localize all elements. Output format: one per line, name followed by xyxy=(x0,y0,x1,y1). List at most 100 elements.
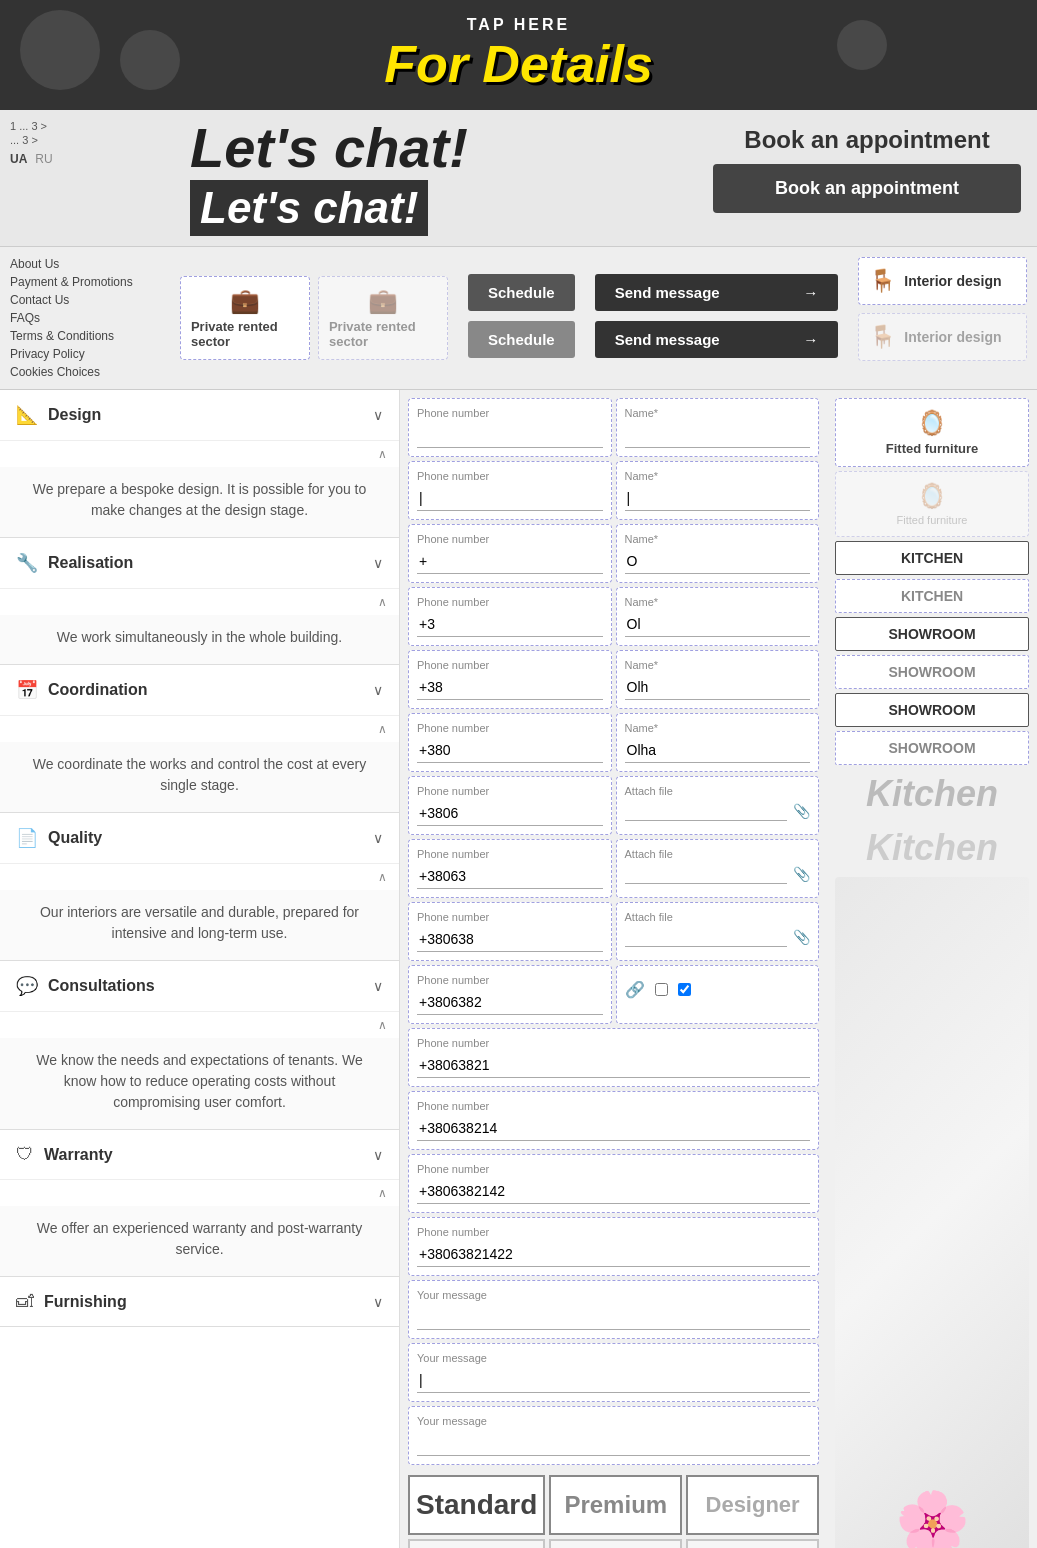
flower-decoration: 🌸 xyxy=(895,1493,970,1548)
phone-input-14[interactable] xyxy=(417,1242,810,1267)
standard-tier-button-2[interactable]: Standard xyxy=(408,1539,545,1548)
accordion-coordination-header[interactable]: 📅 Coordination ∨ xyxy=(0,665,399,715)
kitchen-tag-1[interactable]: KITCHEN xyxy=(835,541,1029,575)
message-input-2[interactable] xyxy=(417,1368,810,1393)
language-switcher[interactable]: UA RU xyxy=(10,152,170,166)
accordion-realisation-header[interactable]: 🔧 Realisation ∨ xyxy=(0,538,399,588)
accordion-consultations-header[interactable]: 💬 Consultations ∨ xyxy=(0,961,399,1011)
phone-label-3: Phone number xyxy=(417,533,603,545)
showroom-tag-4[interactable]: SHOWROOM xyxy=(835,731,1029,765)
schedule-button-2[interactable]: Schedule xyxy=(468,321,575,358)
premium-tier-button[interactable]: Premium xyxy=(549,1475,682,1535)
send-message-button-2[interactable]: Send message → xyxy=(595,321,839,358)
name-input-6[interactable] xyxy=(625,738,811,763)
phone-input-13[interactable] xyxy=(417,1179,810,1204)
nav-link-about[interactable]: About Us xyxy=(10,257,160,271)
interior-card-2[interactable]: 🪑 Interior design xyxy=(858,313,1027,361)
private-rented-card-2[interactable]: 💼 Private rented sector xyxy=(318,276,448,360)
phone-input-9[interactable] xyxy=(417,927,603,952)
showroom-tag-1[interactable]: SHOWROOM xyxy=(835,617,1029,651)
accordion-warranty-header[interactable]: 🛡 Warranty ∨ xyxy=(0,1130,399,1179)
coordination-chevron-down: ∨ xyxy=(373,682,383,698)
consultations-chevron-down: ∨ xyxy=(373,978,383,994)
phone-input-6[interactable] xyxy=(417,738,603,763)
message-input-3[interactable] xyxy=(417,1431,810,1456)
quality-content: Our interiors are versatile and durable,… xyxy=(0,890,399,960)
nav-link-terms[interactable]: Terms & Conditions xyxy=(10,329,160,343)
realisation-expand[interactable]: ∧ xyxy=(0,589,399,615)
phone-label-10: Phone number xyxy=(417,974,603,986)
designer-tier-button[interactable]: Designer xyxy=(686,1475,819,1535)
name-input-2[interactable] xyxy=(625,486,811,511)
fitted-furniture-card-1[interactable]: 🪞 Fitted furniture xyxy=(835,398,1029,467)
name-label-3: Name* xyxy=(625,533,811,545)
phone-input-5[interactable] xyxy=(417,675,603,700)
send-message-button-1[interactable]: Send message → xyxy=(595,274,839,311)
phone-input-12[interactable] xyxy=(417,1116,810,1141)
nav-link-payment[interactable]: Payment & Promotions xyxy=(10,275,160,289)
consultations-expand[interactable]: ∧ xyxy=(0,1012,399,1038)
premium-tier-button-2[interactable]: Premium xyxy=(549,1539,682,1548)
message-input-1[interactable] xyxy=(417,1305,810,1330)
lang-ru[interactable]: RU xyxy=(35,152,52,166)
accordion-quality-header[interactable]: 📄 Quality ∨ xyxy=(0,813,399,863)
designer-tier-button-2[interactable]: Designer xyxy=(686,1539,819,1548)
paperclip-icon-2[interactable]: 📎 xyxy=(793,866,810,882)
showroom-tag-2[interactable]: SHOWROOM xyxy=(835,655,1029,689)
form-row-13: Phone number xyxy=(408,1154,819,1213)
name-label-2: Name* xyxy=(625,470,811,482)
kitchen-tag-2[interactable]: KITCHEN xyxy=(835,579,1029,613)
name-input-5[interactable] xyxy=(625,675,811,700)
phone-input-1[interactable] xyxy=(417,423,603,448)
coordination-expand[interactable]: ∧ xyxy=(0,716,399,742)
kitchen-big-2[interactable]: Kitchen xyxy=(835,823,1029,873)
form-row-8: Phone number Attach file 📎 xyxy=(408,839,819,898)
name-input-3[interactable] xyxy=(625,549,811,574)
phone-input-4[interactable] xyxy=(417,612,603,637)
quality-expand[interactable]: ∧ xyxy=(0,864,399,890)
name-input-1[interactable] xyxy=(625,423,811,448)
page-wrapper: TAP HERE For Details 1 ... 3 > ... 3 > U… xyxy=(0,0,1037,1548)
accordion-furnishing-header[interactable]: 🛋 Furnishing ∨ xyxy=(0,1277,399,1326)
phone-input-8[interactable] xyxy=(417,864,603,889)
fitted-furniture-card-2[interactable]: 🪞 Fitted furniture xyxy=(835,471,1029,537)
phone-input-11[interactable] xyxy=(417,1053,810,1078)
lets-chat-white: Let's chat! xyxy=(190,120,687,176)
checkbox-2[interactable] xyxy=(678,983,691,996)
quality-chevron-down: ∨ xyxy=(373,830,383,846)
name-input-4[interactable] xyxy=(625,612,811,637)
nav-link-cookies[interactable]: Cookies Choices xyxy=(10,365,160,379)
book-appt-button[interactable]: Book an appointment xyxy=(713,164,1021,213)
top-banner[interactable]: TAP HERE For Details xyxy=(0,0,1037,110)
standard-tier-button[interactable]: Standard xyxy=(408,1475,545,1535)
fitted-icon-2: 🪞 xyxy=(846,482,1018,510)
phone-label-8: Phone number xyxy=(417,848,603,860)
warranty-expand[interactable]: ∧ xyxy=(0,1180,399,1206)
phone-input-2[interactable] xyxy=(417,486,603,511)
name-label-1: Name* xyxy=(625,407,811,419)
lang-ua[interactable]: UA xyxy=(10,152,27,166)
phone-input-10[interactable] xyxy=(417,990,603,1015)
private-rented-card-1[interactable]: 💼 Private rented sector xyxy=(180,276,310,360)
checkbox-1[interactable] xyxy=(655,983,668,996)
showroom-tag-3[interactable]: SHOWROOM xyxy=(835,693,1029,727)
form-row-4: Phone number Name* xyxy=(408,587,819,646)
checkbox-area: 🔗 xyxy=(616,965,820,1024)
nav-link-contact[interactable]: Contact Us xyxy=(10,293,160,307)
phone-input-3[interactable] xyxy=(417,549,603,574)
paperclip-icon-3[interactable]: 📎 xyxy=(793,929,810,945)
paperclip-icon-1[interactable]: 📎 xyxy=(793,803,810,819)
phone-input-7[interactable] xyxy=(417,801,603,826)
briefcase-icon: 💼 xyxy=(230,287,260,315)
interior-card-1[interactable]: 🪑 Interior design xyxy=(858,257,1027,305)
schedule-button-1[interactable]: Schedule xyxy=(468,274,575,311)
design-expand[interactable]: ∧ xyxy=(0,441,399,467)
phone-group-13: Phone number xyxy=(408,1154,819,1213)
nav-link-faq[interactable]: FAQs xyxy=(10,311,160,325)
accordion-design-header[interactable]: 📐 Design ∨ xyxy=(0,390,399,440)
kitchen-big-1[interactable]: Kitchen xyxy=(835,769,1029,819)
nav-link-privacy[interactable]: Privacy Policy xyxy=(10,347,160,361)
phone-group-11: Phone number xyxy=(408,1028,819,1087)
name-group-1: Name* xyxy=(616,398,820,457)
name-group-4: Name* xyxy=(616,587,820,646)
